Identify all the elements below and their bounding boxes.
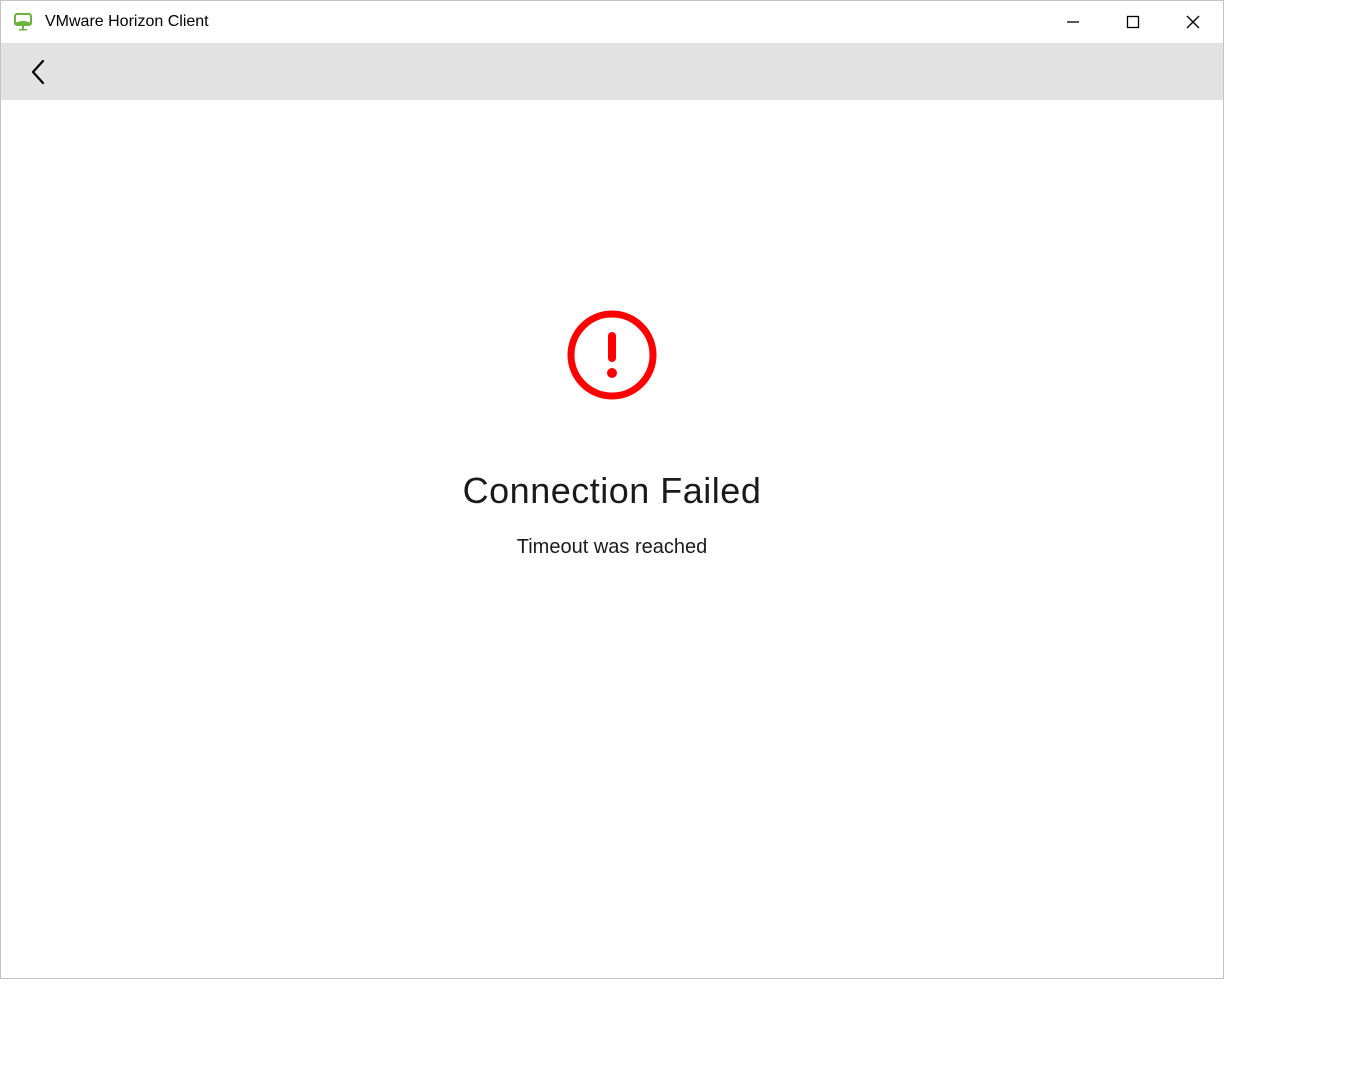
title-bar: VMware Horizon Client — [1, 1, 1223, 43]
window: VMware Horizon Client — [0, 0, 1224, 979]
error-message: Timeout was reached — [517, 536, 707, 559]
minimize-button[interactable] — [1043, 1, 1103, 43]
maximize-button[interactable] — [1103, 1, 1163, 43]
close-button[interactable] — [1163, 1, 1223, 43]
window-controls — [1043, 1, 1223, 43]
app-icon — [13, 12, 33, 32]
back-button[interactable] — [17, 50, 61, 94]
toolbar — [1, 43, 1223, 100]
error-icon — [567, 310, 657, 400]
content-area: Connection Failed Timeout was reached — [1, 100, 1223, 978]
error-title: Connection Failed — [463, 470, 762, 512]
app-title: VMware Horizon Client — [45, 13, 209, 31]
